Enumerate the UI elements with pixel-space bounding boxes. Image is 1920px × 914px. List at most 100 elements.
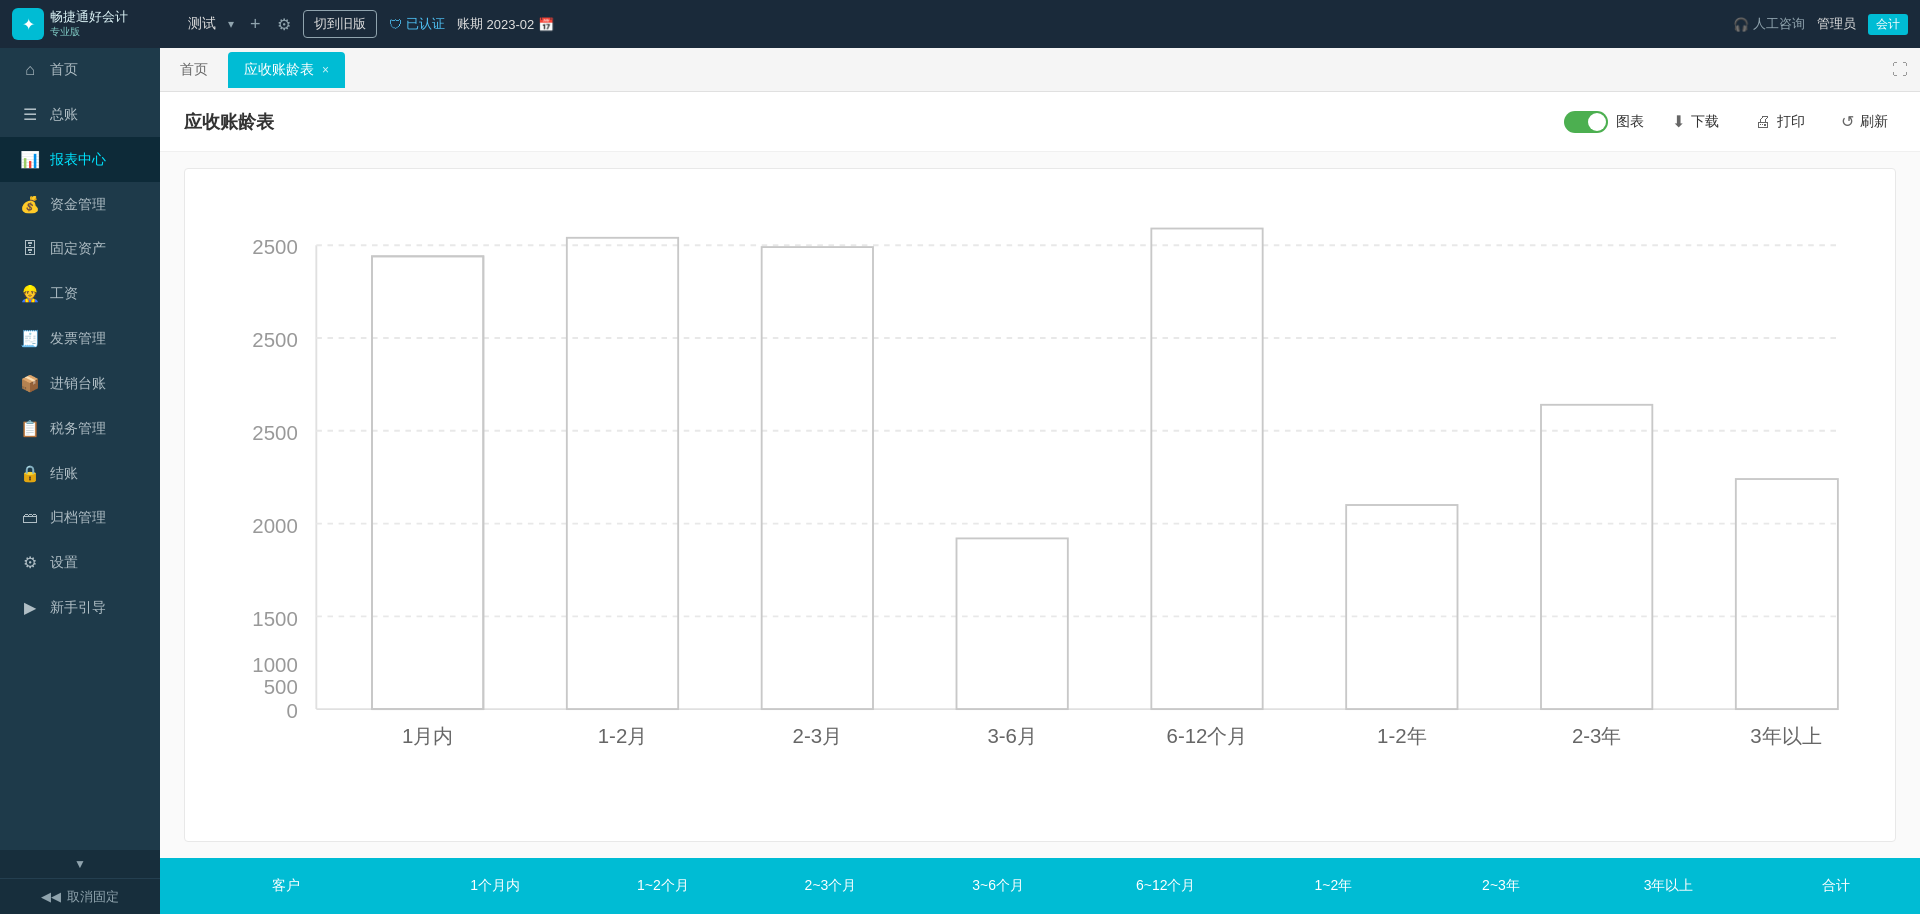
sidebar-item-ledger[interactable]: ☰ 总账 [0,92,160,137]
tab-expand-button[interactable]: ⛶ [1884,57,1916,83]
col-customer-label: 客户 [272,877,300,893]
logo-icon: ✦ [12,8,44,40]
sidebar-item-archive[interactable]: 🗃 归档管理 [0,496,160,540]
col-total-label: 合计 [1822,877,1850,893]
sidebar-item-home[interactable]: ⌂ 首页 [0,48,160,92]
sidebar-label-fund: 资金管理 [50,196,106,214]
topbar: ✦ 畅捷通好会计 专业版 测试 ▾ + ⚙ 切到旧版 🛡 已认证 账期 2023… [0,0,1920,48]
service-icon: 🎧 [1733,17,1749,32]
svg-text:2500: 2500 [252,237,297,259]
print-label: 打印 [1777,113,1805,131]
sidebar-item-wages[interactable]: 👷 工资 [0,271,160,316]
tab-receivable-aging[interactable]: 应收账龄表 × [228,52,345,88]
svg-text:2500: 2500 [252,329,297,351]
chart-toggle[interactable] [1564,111,1608,133]
sidebar-label-close: 结账 [50,465,78,483]
svg-text:6-12个月: 6-12个月 [1167,725,1248,747]
close-account-icon: 🔒 [20,464,40,483]
pin-icon: ◀◀ [41,889,61,904]
tab-active-label: 应收账龄表 [244,61,314,79]
user-name[interactable]: 管理员 [1817,15,1856,33]
sidebar-item-assets[interactable]: 🗄 固定资产 [0,227,160,271]
svg-text:500: 500 [264,676,298,698]
sidebar-scroll-down-button[interactable]: ▼ [0,850,160,878]
sidebar-item-invoice[interactable]: 🧾 发票管理 [0,316,160,361]
col-1month: 1个月内 [411,877,579,895]
svg-text:2000: 2000 [252,515,297,537]
svg-text:0: 0 [286,700,297,722]
tab-home-label: 首页 [180,61,208,79]
refresh-icon: ↺ [1841,112,1854,131]
user-role[interactable]: 会计 [1868,14,1908,35]
sidebar-label-wages: 工资 [50,285,78,303]
logo-area: ✦ 畅捷通好会计 专业版 [12,8,172,40]
fund-icon: 💰 [20,195,40,214]
sidebar-label-stock: 进销台账 [50,375,106,393]
period-info: 账期 2023-02 📅 [457,15,555,33]
main-layout: ⌂ 首页 ☰ 总账 📊 报表中心 💰 资金管理 🗄 固定资产 👷 工资 [0,48,1920,914]
tab-home[interactable]: 首页 [164,52,224,88]
col-1-2month: 1~2个月 [579,877,747,895]
switch-old-version-button[interactable]: 切到旧版 [303,10,377,38]
tax-icon: 📋 [20,419,40,438]
sidebar-item-guide[interactable]: ▶ 新手引导 [0,585,160,630]
reports-icon: 📊 [20,150,40,169]
logo-name: 畅捷通好会计 [50,9,128,25]
stock-icon: 📦 [20,374,40,393]
sidebar-item-tax[interactable]: 📋 税务管理 [0,406,160,451]
col-2-3year-label: 2~3年 [1482,877,1520,893]
wages-icon: 👷 [20,284,40,303]
chart-container: 2500 2500 2500 2000 1500 1000 500 0 [184,168,1896,842]
sidebar-item-stock[interactable]: 📦 进销台账 [0,361,160,406]
col-2-3year: 2~3年 [1417,877,1585,895]
col-1-2month-label: 1~2个月 [637,877,689,893]
svg-text:1500: 1500 [252,608,297,630]
sidebar-label-reports: 报表中心 [50,151,106,169]
tab-close-icon[interactable]: × [322,63,329,77]
sidebar-item-close[interactable]: 🔒 结账 [0,451,160,496]
col-3year-plus: 3年以上 [1585,877,1753,895]
svg-text:3年以上: 3年以上 [1750,725,1821,747]
col-2-3month-label: 2~3个月 [805,877,857,893]
refresh-button[interactable]: ↺ 刷新 [1833,108,1896,135]
add-button[interactable]: + [246,10,265,39]
sidebar-item-fund[interactable]: 💰 资金管理 [0,182,160,227]
print-icon: 🖨 [1755,113,1771,131]
calendar-icon[interactable]: 📅 [538,17,554,32]
sidebar-item-settings[interactable]: ⚙ 设置 [0,540,160,585]
verified-badge: 🛡 已认证 [389,15,445,33]
verified-label: 已认证 [406,15,445,33]
svg-rect-25 [1151,229,1262,710]
settings-icon[interactable]: ⚙ [277,15,291,34]
col-6-12month-label: 6~12个月 [1136,877,1196,893]
company-dropdown-icon[interactable]: ▾ [228,17,234,31]
sidebar-label-settings: 设置 [50,554,78,572]
svg-rect-17 [372,256,483,709]
table-header: 客户 1个月内 1~2个月 2~3个月 3~6个月 6~12 [160,858,1920,914]
home-icon: ⌂ [20,61,40,79]
bar-chart: 2500 2500 2500 2000 1500 1000 500 0 [205,189,1875,821]
svg-rect-27 [1346,505,1457,709]
tab-bar: 首页 应收账龄表 × ⛶ [160,48,1920,92]
page-actions: 图表 ⬇ 下载 🖨 打印 ↺ 刷新 [1564,108,1896,135]
col-1month-label: 1个月内 [470,877,520,893]
ledger-icon: ☰ [20,105,40,124]
col-1-2year-label: 1~2年 [1314,877,1352,893]
assets-icon: 🗄 [20,240,40,258]
period-label: 账期 [457,15,483,33]
col-3-6month: 3~6个月 [914,877,1082,895]
col-3-6month-label: 3~6个月 [972,877,1024,893]
print-button[interactable]: 🖨 打印 [1747,109,1813,135]
svg-rect-31 [1736,479,1838,709]
service-button[interactable]: 🎧 人工咨询 [1733,15,1805,33]
sidebar-item-reports[interactable]: 📊 报表中心 [0,137,160,182]
svg-text:1-2月: 1-2月 [598,725,648,747]
page-title: 应收账龄表 [184,110,274,134]
period-value: 2023-02 [487,17,535,32]
svg-text:1000: 1000 [252,654,297,676]
download-button[interactable]: ⬇ 下载 [1664,108,1727,135]
sidebar-pin-button[interactable]: ◀◀ 取消固定 [0,878,160,914]
sidebar-scroll: ⌂ 首页 ☰ 总账 📊 报表中心 💰 资金管理 🗄 固定资产 👷 工资 [0,48,160,850]
sidebar-label-invoice: 发票管理 [50,330,106,348]
svg-text:3-6月: 3-6月 [987,725,1037,747]
